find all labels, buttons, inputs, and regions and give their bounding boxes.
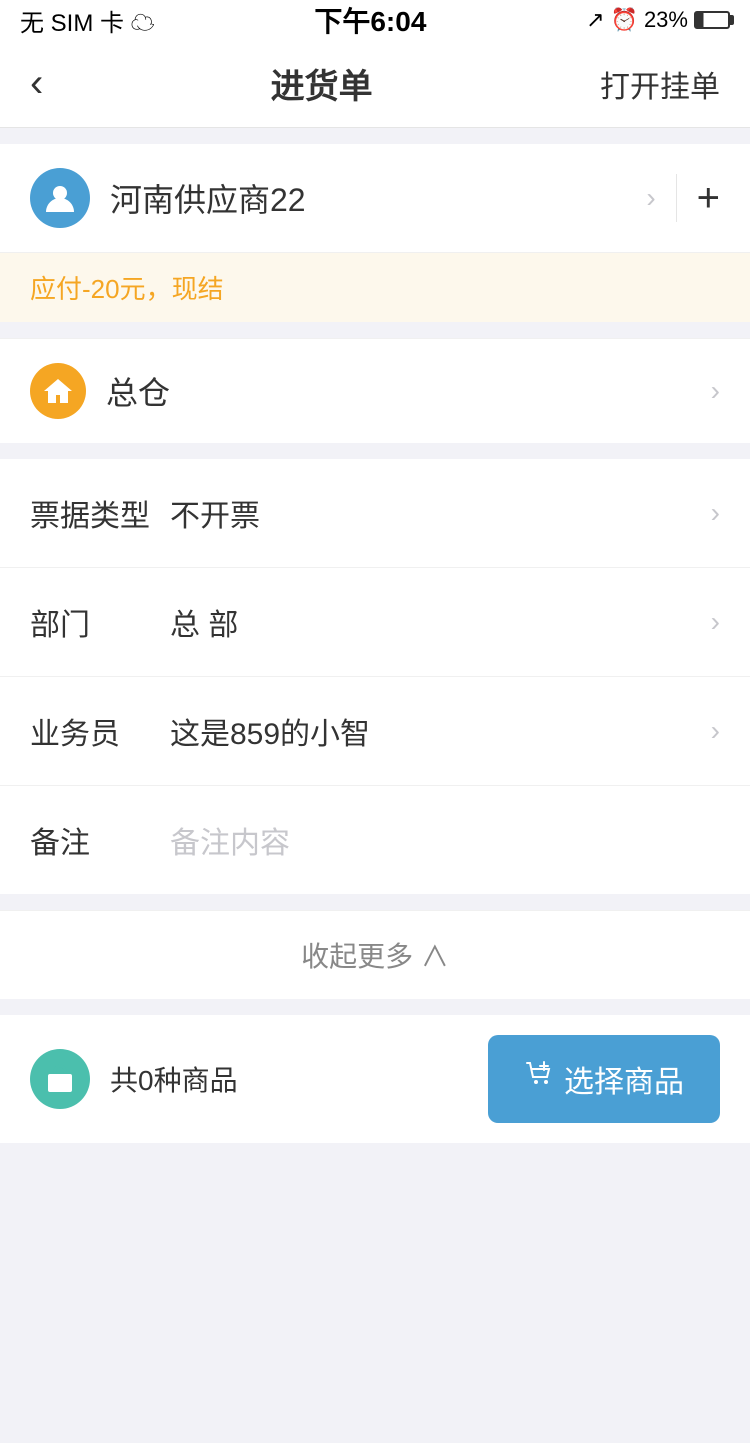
remark-row[interactable]: 备注 备注内容 [0,786,750,894]
status-left: 无 SIM 卡 ☁ [20,3,155,38]
battery-text: 23% [644,7,688,33]
select-product-label: 选择商品 [564,1057,684,1101]
salesperson-row[interactable]: 业务员 这是859的小智 › [0,677,750,786]
status-time: 下午6:04 [314,0,426,40]
salesperson-value: 这是859的小智 [170,709,711,753]
page-title: 进货单 [271,59,373,108]
supplier-card: 河南供应商22 › + 应付-20元，现结 [0,144,750,322]
supplier-avatar [30,168,90,228]
department-value: 总 部 [170,600,711,644]
signal-text: 无 SIM 卡 ☁ [20,3,155,38]
warehouse-card: 总仓 › [0,338,750,443]
department-chevron-icon: › [711,606,720,638]
collapse-toggle-button[interactable]: 收起更多 ∧ [0,910,750,999]
separator-1 [0,128,750,144]
battery-icon [694,11,730,29]
remark-label: 备注 [30,818,150,862]
invoice-type-label: 票据类型 [30,491,150,535]
supplier-name: 河南供应商22 [110,175,646,221]
nav-bar: ‹ 进货单 打开挂单 [0,40,750,128]
invoice-type-chevron-icon: › [711,497,720,529]
separator-2 [0,322,750,338]
warehouse-chevron-icon: › [711,375,720,407]
product-count-text: 共0种商品 [110,1059,488,1099]
warehouse-name: 总仓 [106,368,711,414]
warehouse-row[interactable]: 总仓 › [0,338,750,443]
alarm-icon: ⏰ [611,7,638,33]
salesperson-chevron-icon: › [711,715,720,747]
page-background [0,1143,750,1443]
salesperson-label: 业务员 [30,709,150,753]
select-product-icon [524,1060,554,1098]
supplier-chevron-icon: › [646,182,655,214]
add-supplier-button[interactable]: + [697,176,720,221]
remark-input[interactable]: 备注内容 [170,818,720,862]
back-button[interactable]: ‹ [30,61,43,106]
warehouse-icon [30,363,86,419]
location-icon: ↗ [586,7,604,33]
form-section: 票据类型 不开票 › 部门 总 部 › 业务员 这是859的小智 › 备注 备注… [0,459,750,894]
product-count-icon [30,1049,90,1109]
department-label: 部门 [30,600,150,644]
bottom-bar: 共0种商品 选择商品 [0,1015,750,1143]
department-row[interactable]: 部门 总 部 › [0,568,750,677]
invoice-type-row[interactable]: 票据类型 不开票 › [0,459,750,568]
select-product-button[interactable]: 选择商品 [488,1035,720,1123]
status-bar: 无 SIM 卡 ☁ 下午6:04 ↗ ⏰ 23% [0,0,750,40]
invoice-type-value: 不开票 [170,491,711,535]
supplier-row[interactable]: 河南供应商22 › + [0,144,750,253]
open-pending-button[interactable]: 打开挂单 [600,62,720,106]
vertical-divider [676,174,677,222]
notice-banner: 应付-20元，现结 [0,253,750,322]
status-right: ↗ ⏰ 23% [586,7,730,33]
